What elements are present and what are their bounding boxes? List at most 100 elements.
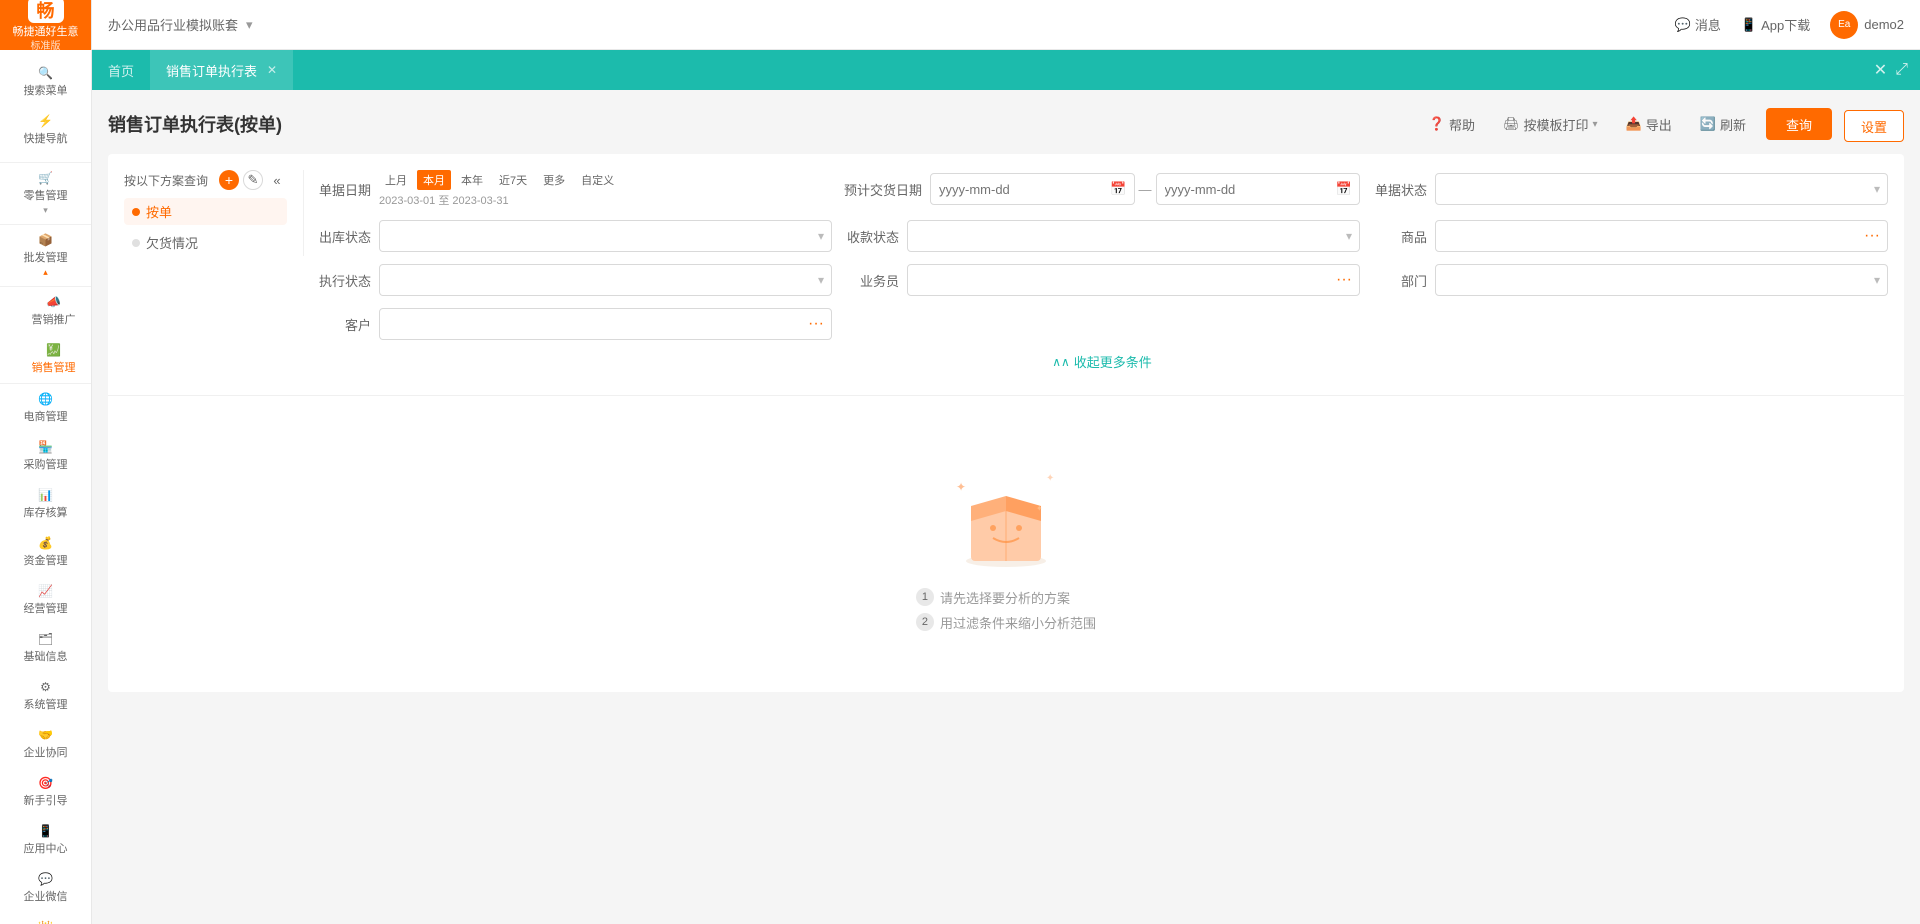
svg-text:✦: ✦ xyxy=(1046,473,1054,484)
page-header: 销售订单执行表(按单) ❓ 帮助 🖨 按模板打印 ▾ 📤 导出 🔄 刷新 xyxy=(108,106,1904,142)
sidebar-item-wechat[interactable]: 💬 企业微信 xyxy=(0,864,91,912)
print-label: 按模板打印 xyxy=(1524,115,1589,134)
inventory-icon: 📊 xyxy=(38,488,53,502)
quick-date-last-month[interactable]: 上月 xyxy=(379,170,413,190)
execution-status-input[interactable] xyxy=(379,264,832,296)
salesperson-input[interactable] xyxy=(907,264,1360,296)
quick-date-more[interactable]: 更多 xyxy=(537,170,571,190)
shipping-status-label: 出库状态 xyxy=(316,227,371,246)
customer-input[interactable] xyxy=(379,308,832,340)
scheme-add-button[interactable]: + xyxy=(219,170,239,190)
sidebar-item-apps[interactable]: 📱 应用中心 xyxy=(0,816,91,864)
basic-icon: 🗂 xyxy=(38,632,53,646)
cal-to-icon[interactable]: 📅 xyxy=(1336,181,1352,197)
sidebar-item-marketing[interactable]: 📣 营销推广 xyxy=(0,287,91,335)
search-icon: 🔍 xyxy=(38,66,53,80)
scheme-edit-button[interactable]: ✎ xyxy=(243,170,263,190)
sidebar-item-newbie-label: 新手引导 xyxy=(24,792,68,808)
app-logo[interactable]: 畅 畅捷通好生意 标准版 xyxy=(0,0,91,50)
expected-delivery-from-input[interactable] xyxy=(930,173,1135,205)
page-header-actions: ❓ 帮助 🖨 按模板打印 ▾ 📤 导出 🔄 刷新 查询 设置 xyxy=(1421,106,1904,142)
wholesale-icon: 📦 xyxy=(38,233,53,247)
retail-expand-icon: ▾ xyxy=(43,205,48,216)
sidebar-item-wechat-label: 企业微信 xyxy=(24,888,68,904)
scheme-item-欠货情况[interactable]: 欠货情况 xyxy=(124,229,287,256)
customer-dots-icon[interactable]: ··· xyxy=(808,315,824,333)
goods-input[interactable] xyxy=(1435,220,1888,252)
sidebar-item-newbie[interactable]: 🎯 新手引导 xyxy=(0,768,91,816)
salesperson-dots-icon[interactable]: ··· xyxy=(1336,271,1352,289)
sidebar-item-wholesale-label: 批发管理 xyxy=(24,249,68,265)
single-date-control: 上月 本月 本年 近7天 更多 自定义 2023-03-01 至 2023-03… xyxy=(379,170,832,208)
top-header: 办公用品行业模拟账套 ▾ 💬 消息 📱 App下载 Ea demo2 xyxy=(92,0,1920,50)
tab-sales-order[interactable]: 销售订单执行表 ✕ xyxy=(150,50,293,90)
help-button[interactable]: ❓ 帮助 xyxy=(1421,111,1483,138)
tab-maximize-icon[interactable]: ⤢ xyxy=(1895,61,1908,79)
tab-home[interactable]: 首页 xyxy=(92,50,150,90)
scheme-collapse-button[interactable]: « xyxy=(267,170,287,190)
collapse-filter-button[interactable]: ∧∧ 收起更多条件 xyxy=(316,344,1888,379)
sidebar-item-ecommerce[interactable]: 🌐 电商管理 xyxy=(0,383,91,432)
goods-label: 商品 xyxy=(1372,227,1427,246)
tab-home-label: 首页 xyxy=(108,61,134,80)
print-button[interactable]: 🖨 按模板打印 ▾ xyxy=(1495,111,1606,138)
empty-step-2: 2 用过滤条件来缩小分析范围 xyxy=(916,613,1096,632)
quick-date-this-month[interactable]: 本月 xyxy=(417,170,451,190)
sidebar-item-quick-nav[interactable]: ⚡ 快捷导航 xyxy=(10,106,81,154)
scheme-item-按单[interactable]: 按单 xyxy=(124,198,287,225)
page-content: 销售订单执行表(按单) ❓ 帮助 🖨 按模板打印 ▾ 📤 导出 🔄 刷新 xyxy=(92,90,1920,924)
expected-delivery-to-input[interactable] xyxy=(1156,173,1361,205)
retail-icon: 🛒 xyxy=(38,171,53,185)
query-button[interactable]: 查询 xyxy=(1766,108,1832,140)
app-download-action[interactable]: 📱 App下载 xyxy=(1741,15,1810,34)
sidebar-item-member[interactable]: 👑 畅会员 xyxy=(0,912,91,924)
order-status-input[interactable] xyxy=(1435,173,1888,205)
operations-icon: 📈 xyxy=(38,584,53,598)
payment-status-input[interactable] xyxy=(907,220,1360,252)
collapse-filter-label: 收起更多条件 xyxy=(1074,352,1152,371)
goods-dots-icon[interactable]: ··· xyxy=(1864,227,1880,245)
sidebar-item-enterprise[interactable]: 🤝 企业协同 xyxy=(0,720,91,768)
filter-single-date: 单据日期 上月 本月 本年 近7天 更多 自定义 20 xyxy=(316,170,832,208)
sidebar-item-inventory-label: 库存核算 xyxy=(24,504,68,520)
sidebar-item-purchase[interactable]: 🏪 采购管理 xyxy=(0,432,91,480)
sidebar-item-wholesale[interactable]: 📦 批发管理 ▴ xyxy=(0,225,91,287)
sidebar-item-finance[interactable]: 💰 资金管理 xyxy=(0,528,91,576)
quick-date-custom[interactable]: 自定义 xyxy=(575,170,620,190)
sidebar-item-inventory[interactable]: 📊 库存核算 xyxy=(0,480,91,528)
cal-from-icon[interactable]: 📅 xyxy=(1110,181,1126,197)
refresh-button[interactable]: 🔄 刷新 xyxy=(1692,111,1754,138)
user-profile[interactable]: Ea demo2 xyxy=(1830,11,1904,39)
quick-date-this-year[interactable]: 本年 xyxy=(455,170,489,190)
department-input[interactable] xyxy=(1435,264,1888,296)
purchase-icon: 🏪 xyxy=(38,440,53,454)
sidebar-item-search-label: 搜索菜单 xyxy=(24,82,68,98)
svg-text:✦: ✦ xyxy=(956,480,966,494)
sidebar-item-ecommerce-label: 电商管理 xyxy=(24,408,68,424)
sidebar-item-sales[interactable]: 💹 销售管理 xyxy=(0,335,91,383)
collapse-icon: « xyxy=(273,173,280,188)
message-action[interactable]: 💬 消息 xyxy=(1675,15,1721,34)
sidebar-item-retail[interactable]: 🛒 零售管理 ▾ xyxy=(0,163,91,225)
app-title: 畅捷通好生意 xyxy=(13,25,79,39)
empty-step-1-text: 请先选择要分析的方案 xyxy=(940,588,1070,607)
scheme-item-按单-label: 按单 xyxy=(146,202,172,221)
quick-date-7days[interactable]: 近7天 xyxy=(493,170,533,190)
breadcrumb-dropdown-icon[interactable]: ▾ xyxy=(246,17,253,33)
tab-sales-order-close[interactable]: ✕ xyxy=(267,63,277,77)
conditions-panel: 单据日期 上月 本月 本年 近7天 更多 自定义 20 xyxy=(316,170,1888,379)
sidebar-item-operations[interactable]: 📈 经营管理 xyxy=(0,576,91,624)
empty-svg: ✦ ✦ ✦ xyxy=(946,456,1066,576)
sidebar-item-system[interactable]: ⚙ 系统管理 xyxy=(0,672,91,720)
export-button[interactable]: 📤 导出 xyxy=(1618,111,1680,138)
tab-close-all-icon[interactable]: ✕ xyxy=(1874,60,1887,80)
sidebar-item-retail-label: 零售管理 xyxy=(24,187,68,203)
shipping-status-input[interactable] xyxy=(379,220,832,252)
sidebar-item-search[interactable]: 🔍 搜索菜单 xyxy=(10,58,81,106)
settings-button[interactable]: 设置 xyxy=(1844,110,1904,142)
scheme-active-dot xyxy=(132,208,140,216)
system-icon: ⚙ xyxy=(40,680,51,694)
collapse-up-icon: ∧∧ xyxy=(1052,355,1070,369)
scheme-panel: 按以下方案查询 + ✎ « xyxy=(124,170,304,256)
sidebar-item-basic[interactable]: 🗂 基础信息 xyxy=(0,624,91,672)
